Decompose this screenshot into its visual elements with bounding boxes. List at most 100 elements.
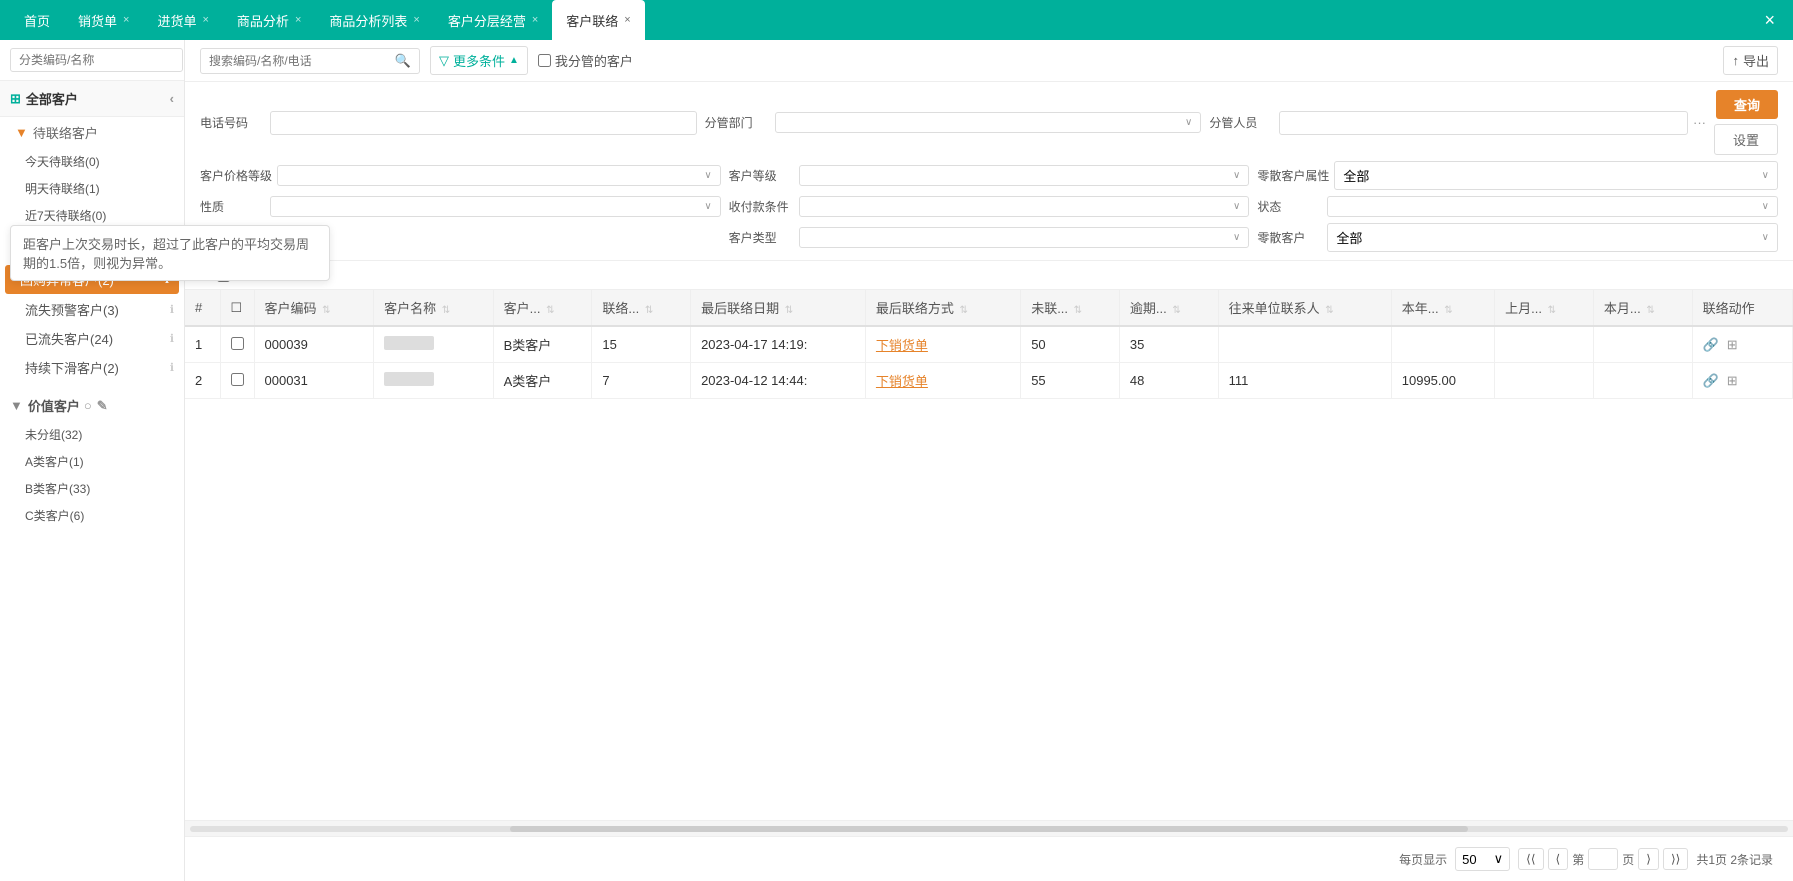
- col-last-contact-method[interactable]: 最后联络方式 ⇅: [865, 290, 1020, 326]
- chevron-down-icon: ∨: [1762, 170, 1769, 181]
- close-icon[interactable]: ×: [202, 14, 208, 26]
- col-overdue[interactable]: 逾期... ⇅: [1119, 290, 1218, 326]
- sidebar-item-churn-warning[interactable]: 流失预警客户(3) ℹ: [0, 295, 184, 324]
- search-wrap: 🔍: [200, 48, 420, 74]
- my-customers-checkbox[interactable]: [538, 54, 551, 67]
- filter-retail-attr: 零散客户属性 全部 ∨: [1257, 161, 1778, 190]
- row-this-year: 10995.00: [1391, 363, 1494, 399]
- filter-customer-level: 客户等级 ∨: [729, 161, 1250, 190]
- nav-purchase-order[interactable]: 进货单 ×: [143, 0, 222, 40]
- sidebar-item-a-class[interactable]: A类客户(1): [0, 448, 184, 475]
- my-customers-checkbox-label[interactable]: 我分管的客户: [538, 51, 633, 70]
- customer-level-select[interactable]: ∨: [799, 165, 1250, 186]
- sidebar-item-declining[interactable]: 持续下滑客户(2) ℹ: [0, 353, 184, 382]
- arrow-icon: ▼: [10, 398, 23, 413]
- row-this-month: [1593, 363, 1692, 399]
- sort-icon: ⇅: [322, 305, 330, 316]
- link-icon[interactable]: 🔗: [1703, 373, 1719, 389]
- close-icon[interactable]: ×: [295, 14, 301, 26]
- collapse-icon[interactable]: ‹: [170, 91, 174, 106]
- settings-button[interactable]: 设置: [1714, 124, 1778, 155]
- nature-select[interactable]: ∨: [270, 196, 721, 217]
- dept-select[interactable]: ∨: [775, 112, 1202, 133]
- col-uncontacted[interactable]: 未联... ⇅: [1021, 290, 1120, 326]
- main-search-input[interactable]: [209, 54, 395, 68]
- scroll-thumb[interactable]: [510, 826, 1469, 832]
- query-button[interactable]: 查询: [1716, 90, 1778, 119]
- retail-select[interactable]: 全部 ∨: [1327, 223, 1778, 252]
- col-this-year[interactable]: 本年... ⇅: [1391, 290, 1494, 326]
- row-select-checkbox[interactable]: [231, 373, 244, 386]
- last-page-button[interactable]: ⟩⟩: [1663, 848, 1688, 870]
- sort-icon: ⇅: [1646, 305, 1654, 316]
- col-this-month[interactable]: 本月... ⇅: [1593, 290, 1692, 326]
- table-toolbar: ⚙: [185, 261, 1793, 290]
- row-this-year: [1391, 326, 1494, 363]
- col-last-month[interactable]: 上月... ⇅: [1495, 290, 1594, 326]
- sidebar-item-c-class[interactable]: C类客户(6): [0, 502, 184, 529]
- col-contact[interactable]: 联络... ⇅: [592, 290, 691, 326]
- nav-customer-contact[interactable]: 客户联络 ×: [552, 0, 644, 40]
- page-size-select[interactable]: 50 ∨: [1455, 847, 1510, 871]
- content-area: 🔍 ▽ 更多条件 ▲ 我分管的客户 ↑ 导出 电话号码: [185, 40, 1793, 881]
- col-action: 联络动作: [1692, 290, 1792, 326]
- filter-bar: 🔍 ▽ 更多条件 ▲ 我分管的客户 ↑ 导出: [185, 40, 1793, 82]
- page-number-input[interactable]: 1: [1588, 848, 1618, 870]
- qr-icon[interactable]: ⊞: [1727, 373, 1738, 389]
- category-search-input[interactable]: [10, 48, 183, 72]
- dots-button[interactable]: ···: [1693, 115, 1706, 130]
- sidebar-item-today[interactable]: 今天待联络(0): [0, 148, 184, 175]
- prev-page-button[interactable]: ⟨: [1548, 848, 1569, 870]
- row-last-contact-method[interactable]: 下销货单: [865, 363, 1020, 399]
- qr-icon[interactable]: ⊞: [1727, 337, 1738, 353]
- action-buttons: 查询 设置: [1714, 90, 1778, 155]
- nav-customer-stratify[interactable]: 客户分层经营 ×: [434, 0, 552, 40]
- sidebar-value-group[interactable]: ▼ 价值客户 ○ ✎: [0, 390, 184, 421]
- chevron-down-icon: ∨: [1233, 170, 1240, 181]
- link-icon[interactable]: 🔗: [1703, 337, 1719, 353]
- manager-input[interactable]: [1279, 111, 1688, 135]
- col-unit-contact[interactable]: 往来单位联系人 ⇅: [1218, 290, 1391, 326]
- retail-attr-select[interactable]: 全部 ∨: [1334, 161, 1778, 190]
- row-num: 1: [185, 326, 220, 363]
- col-code[interactable]: 客户编码 ⇅: [254, 290, 374, 326]
- sidebar-group-pending[interactable]: ▼ 待联络客户: [0, 117, 184, 148]
- close-icon[interactable]: ×: [532, 14, 538, 26]
- col-name[interactable]: 客户名称 ⇅: [374, 290, 494, 326]
- horizontal-scrollbar[interactable]: [185, 820, 1793, 836]
- chevron-down-icon: ∨: [704, 201, 711, 212]
- customer-type-select[interactable]: ∨: [799, 227, 1250, 248]
- status-select[interactable]: ∨: [1327, 196, 1778, 217]
- nav-product-analysis-list[interactable]: 商品分析列表 ×: [315, 0, 433, 40]
- col-last-contact-date[interactable]: 最后联络日期 ⇅: [691, 290, 866, 326]
- payment-select[interactable]: ∨: [799, 196, 1250, 217]
- close-icon[interactable]: ×: [624, 14, 630, 26]
- sidebar-item-ungroup[interactable]: 未分组(32): [0, 421, 184, 448]
- nav-home[interactable]: 首页: [10, 0, 64, 40]
- more-conditions-button[interactable]: ▽ 更多条件 ▲: [430, 46, 528, 75]
- all-customers-title[interactable]: ⊞ 全部客户 ‹: [0, 81, 184, 117]
- phone-input[interactable]: [270, 111, 697, 135]
- row-select-checkbox[interactable]: [231, 337, 244, 350]
- first-page-button[interactable]: ⟨⟨: [1518, 848, 1543, 870]
- nav-sales-order[interactable]: 销货单 ×: [64, 0, 143, 40]
- tooltip-box: 距客户上次交易时长，超过了此客户的平均交易周期的1.5倍，则视为异常。: [10, 225, 330, 281]
- nav-product-analysis[interactable]: 商品分析 ×: [223, 0, 315, 40]
- next-page-button[interactable]: ⟩: [1638, 848, 1659, 870]
- search-icon[interactable]: 🔍: [395, 53, 411, 69]
- pagination-bar: 每页显示 50 ∨ ⟨⟨ ⟨ 第 1 页 ⟩ ⟩⟩ 共1页 2条记录: [185, 836, 1793, 881]
- sidebar-item-tomorrow[interactable]: 明天待联络(1): [0, 175, 184, 202]
- col-customer-type[interactable]: 客户... ⇅: [493, 290, 592, 326]
- row-checkbox[interactable]: [220, 326, 254, 363]
- edit-icon[interactable]: ○: [84, 398, 92, 413]
- edit-icon2[interactable]: ✎: [97, 398, 108, 414]
- sidebar-item-b-class[interactable]: B类客户(33): [0, 475, 184, 502]
- sidebar-item-churned[interactable]: 已流失客户(24) ℹ: [0, 324, 184, 353]
- close-all-button[interactable]: ×: [1756, 10, 1783, 31]
- export-button[interactable]: ↑ 导出: [1723, 46, 1778, 75]
- close-icon[interactable]: ×: [413, 14, 419, 26]
- close-icon[interactable]: ×: [123, 14, 129, 26]
- row-checkbox[interactable]: [220, 363, 254, 399]
- price-level-select[interactable]: ∨: [277, 165, 721, 186]
- row-last-contact-method[interactable]: 下销货单: [865, 326, 1020, 363]
